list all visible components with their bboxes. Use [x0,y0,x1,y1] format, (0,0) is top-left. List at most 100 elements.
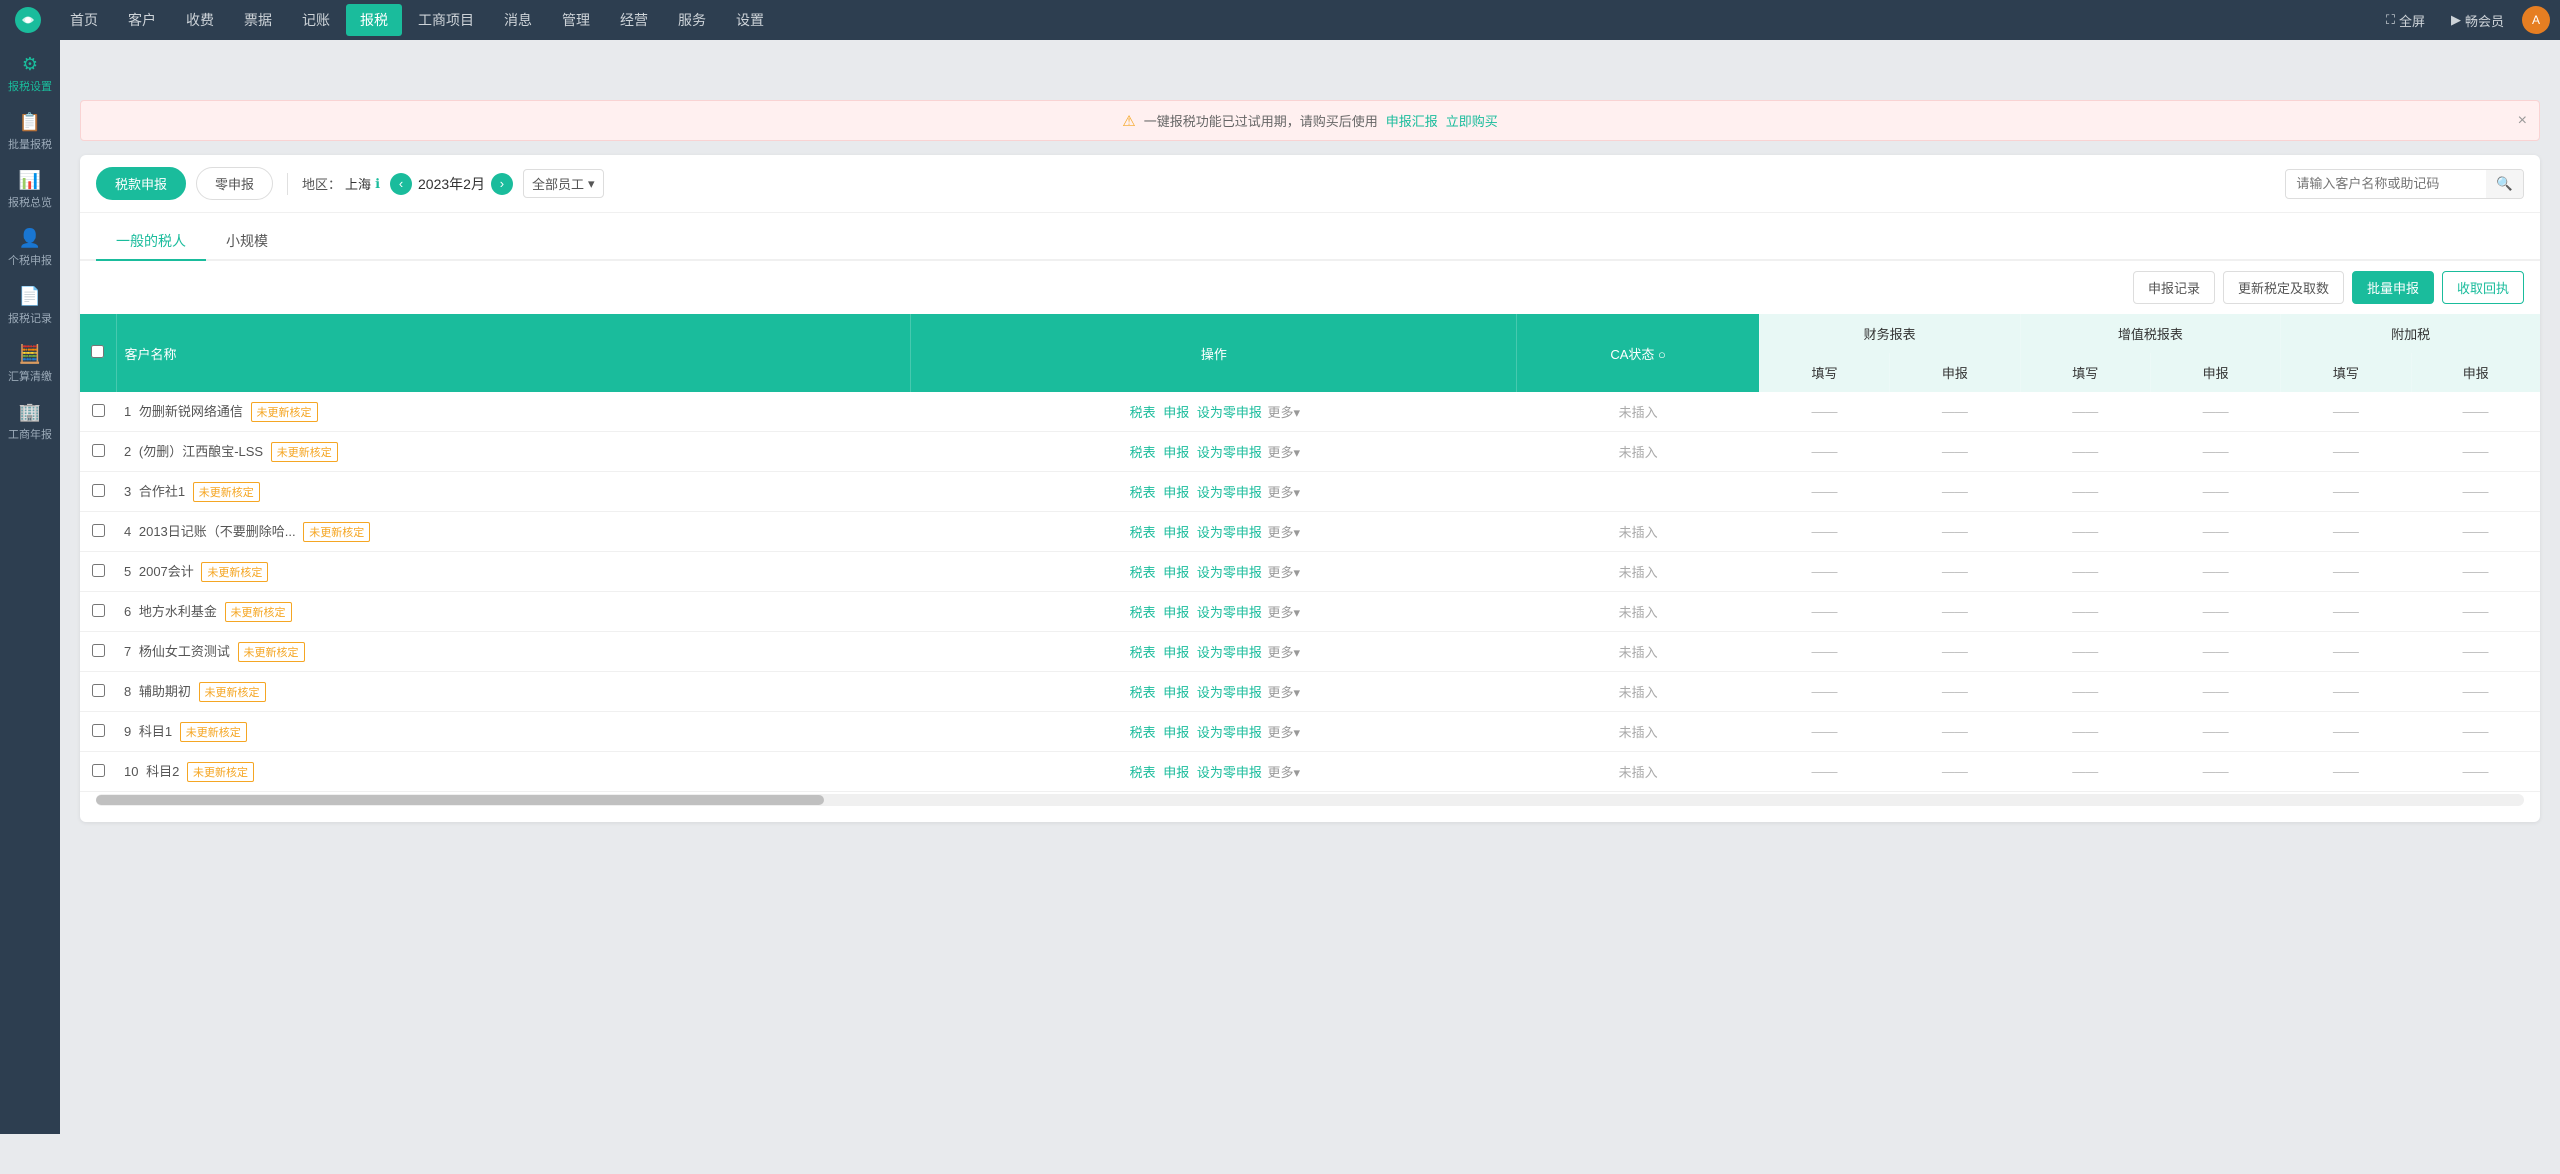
tax-form-link[interactable]: 税表 [1130,405,1156,420]
sidebar-item-tax-settings[interactable]: ⚙ 报税设置 [2,46,58,102]
declare-link[interactable]: 申报 [1163,405,1189,420]
avatar[interactable]: A [2522,6,2550,34]
tax-declaration-tab[interactable]: 税款申报 [96,167,186,200]
declare-link[interactable]: 申报 [1163,685,1189,700]
more-link[interactable]: 更多▾ [1268,725,1301,740]
tax-form-link[interactable]: 税表 [1130,605,1156,620]
declare-link[interactable]: 申报 [1163,645,1189,660]
general-taxpayer-tab[interactable]: 一般的税人 [96,223,206,261]
nav-tax[interactable]: 报税 [346,4,402,36]
tax-form-link[interactable]: 税表 [1130,725,1156,740]
more-link[interactable]: 更多▾ [1268,565,1301,580]
set-zero-link[interactable]: 设为零申报 [1197,565,1262,580]
prev-month-button[interactable]: ‹ [390,173,412,195]
logo[interactable] [10,2,46,38]
tax-form-link[interactable]: 税表 [1130,445,1156,460]
fullscreen-button[interactable]: ⛶ 全屏 [2378,7,2433,34]
set-zero-link[interactable]: 设为零申报 [1197,645,1262,660]
tax-form-link[interactable]: 税表 [1130,645,1156,660]
next-month-button[interactable]: › [491,173,513,195]
row-select-5[interactable] [92,604,105,617]
nav-manage[interactable]: 管理 [548,4,604,36]
declare-link[interactable]: 申报 [1163,565,1189,580]
tax-form-link[interactable]: 税表 [1130,765,1156,780]
set-zero-link[interactable]: 设为零申报 [1197,685,1262,700]
more-link[interactable]: 更多▾ [1268,605,1301,620]
row-checkbox-1[interactable] [80,432,116,472]
sidebar-item-batch-tax[interactable]: 📋 批量报税 [2,104,58,160]
sidebar-item-tax-records[interactable]: 📄 报税记录 [2,278,58,334]
row-select-3[interactable] [92,524,105,537]
tax-form-link[interactable]: 税表 [1130,565,1156,580]
row-select-8[interactable] [92,724,105,737]
nav-message[interactable]: 消息 [490,4,546,36]
nav-operations[interactable]: 经营 [606,4,662,36]
row-select-0[interactable] [92,404,105,417]
nav-bookkeeping[interactable]: 记账 [288,4,344,36]
collect-receipt-button[interactable]: 收取回执 [2442,271,2524,304]
nav-settings[interactable]: 设置 [722,4,778,36]
more-link[interactable]: 更多▾ [1268,405,1301,420]
declare-link[interactable]: 申报 [1163,445,1189,460]
nav-invoice[interactable]: 票据 [230,4,286,36]
staff-selector[interactable]: 全部员工 ▾ [523,169,604,198]
more-link[interactable]: 更多▾ [1268,645,1301,660]
member-button[interactable]: ▶ 畅会员 [2443,7,2512,34]
more-link[interactable]: 更多▾ [1268,765,1301,780]
nav-billing[interactable]: 收费 [172,4,228,36]
tax-form-link[interactable]: 税表 [1130,685,1156,700]
more-link[interactable]: 更多▾ [1268,525,1301,540]
row-select-2[interactable] [92,484,105,497]
nav-home[interactable]: 首页 [56,4,112,36]
search-input[interactable] [2286,171,2486,196]
set-zero-link[interactable]: 设为零申报 [1197,725,1262,740]
set-zero-link[interactable]: 设为零申报 [1197,445,1262,460]
buy-now-link[interactable]: 立即购买 [1446,111,1498,130]
row-checkbox-8[interactable] [80,712,116,752]
tax-form-link[interactable]: 税表 [1130,525,1156,540]
set-zero-link[interactable]: 设为零申报 [1197,605,1262,620]
tax-form-link[interactable]: 税表 [1130,485,1156,500]
row-select-9[interactable] [92,764,105,777]
small-scale-tab[interactable]: 小规模 [206,223,288,261]
select-all-checkbox[interactable] [91,345,104,358]
row-checkbox-9[interactable] [80,752,116,792]
declare-link[interactable]: 申报 [1163,725,1189,740]
search-button[interactable]: 🔍 [2486,170,2523,198]
more-link[interactable]: 更多▾ [1268,445,1301,460]
sidebar-item-tax-overview[interactable]: 📊 报税总览 [2,162,58,218]
row-select-4[interactable] [92,564,105,577]
row-checkbox-0[interactable] [80,392,116,432]
row-checkbox-6[interactable] [80,632,116,672]
nav-biz[interactable]: 工商项目 [404,4,488,36]
set-zero-link[interactable]: 设为零申报 [1197,405,1262,420]
horizontal-scrollbar[interactable] [96,794,2524,806]
more-link[interactable]: 更多▾ [1268,485,1301,500]
report-link[interactable]: 申报汇报 [1386,111,1438,130]
row-checkbox-2[interactable] [80,472,116,512]
row-select-6[interactable] [92,644,105,657]
sidebar-item-personal-tax[interactable]: 👤 个税申报 [2,220,58,276]
sidebar-item-annual-report[interactable]: 🏢 工商年报 [2,394,58,450]
row-checkbox-4[interactable] [80,552,116,592]
update-tax-button[interactable]: 更新税定及取数 [2223,271,2344,304]
set-zero-link[interactable]: 设为零申报 [1197,765,1262,780]
row-checkbox-3[interactable] [80,512,116,552]
zero-declaration-tab[interactable]: 零申报 [196,167,273,200]
declare-link[interactable]: 申报 [1163,485,1189,500]
nav-service[interactable]: 服务 [664,4,720,36]
banner-close-button[interactable]: × [2518,112,2527,130]
sidebar-item-settlement[interactable]: 🧮 汇算清缴 [2,336,58,392]
region-info-icon[interactable]: ℹ [375,176,380,192]
row-checkbox-5[interactable] [80,592,116,632]
batch-declare-button[interactable]: 批量申报 [2352,271,2434,304]
row-checkbox-7[interactable] [80,672,116,712]
declare-link[interactable]: 申报 [1163,765,1189,780]
declare-link[interactable]: 申报 [1163,605,1189,620]
row-select-7[interactable] [92,684,105,697]
more-link[interactable]: 更多▾ [1268,685,1301,700]
set-zero-link[interactable]: 设为零申报 [1197,485,1262,500]
row-select-1[interactable] [92,444,105,457]
set-zero-link[interactable]: 设为零申报 [1197,525,1262,540]
declaration-record-button[interactable]: 申报记录 [2133,271,2215,304]
